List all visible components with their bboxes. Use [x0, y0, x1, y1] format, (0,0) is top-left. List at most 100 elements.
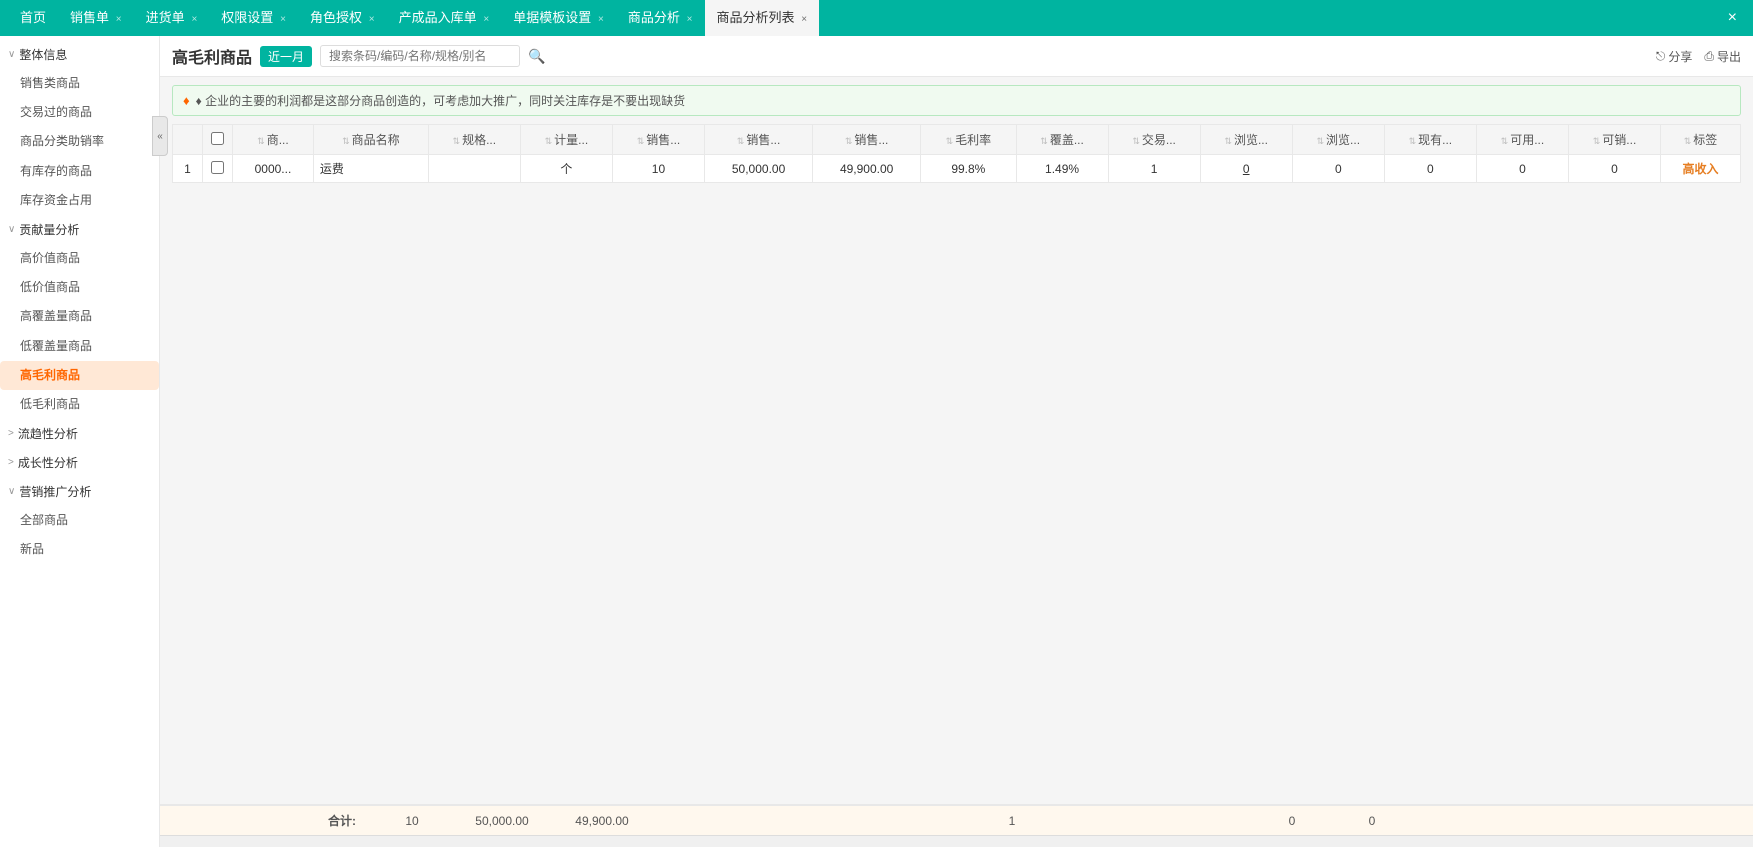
- col-header-code[interactable]: ⇅商...: [233, 125, 314, 155]
- sidebar: ∨整体信息销售类商品交易过的商品商品分类助销率有库存的商品库存资金占用∨贡献量分…: [0, 36, 160, 847]
- sidebar-item-低毛利商品[interactable]: 低毛利商品: [0, 390, 159, 419]
- table-row: 10000...运费个1050,000.0049,900.0099.8%1.49…: [173, 155, 1741, 183]
- cell-transactions: 1: [1108, 155, 1200, 183]
- col-header-tag[interactable]: ⇅标签: [1661, 125, 1741, 155]
- date-filter-button[interactable]: 近一月: [260, 46, 312, 67]
- sort-icon-sales_qty: ⇅: [637, 136, 645, 147]
- footer-transactions: 1: [972, 814, 1052, 828]
- footer-sales-amount: 50,000.00: [452, 814, 552, 828]
- search-button[interactable]: 🔍: [528, 48, 545, 65]
- cell-name: 运费: [313, 155, 428, 183]
- col-header-transactions[interactable]: ⇅交易...: [1108, 125, 1200, 155]
- footer-spacer: [652, 814, 972, 828]
- sort-icon-unit: ⇅: [545, 136, 553, 147]
- footer-values: 10 50,000.00 49,900.00 1 0 0: [372, 814, 1741, 828]
- col-header-sales_amount[interactable]: ⇅销售...: [705, 125, 813, 155]
- col-header-current_stock[interactable]: ⇅现有...: [1384, 125, 1476, 155]
- nav-close-icon[interactable]: ×: [684, 14, 693, 25]
- nav-item-销售单[interactable]: 销售单 ×: [58, 0, 134, 36]
- sidebar-item-全部商品[interactable]: 全部商品: [0, 506, 159, 535]
- col-header-gross_margin[interactable]: ⇅毛利率: [921, 125, 1016, 155]
- col-header-checkbox[interactable]: [203, 125, 233, 155]
- nav-close-icon[interactable]: ×: [189, 14, 198, 25]
- sort-icon-available: ⇅: [1501, 136, 1509, 147]
- nav-item-商品分析[interactable]: 商品分析 ×: [616, 0, 705, 36]
- col-header-index[interactable]: [173, 125, 203, 155]
- nav-item-权限设置[interactable]: 权限设置 ×: [209, 0, 298, 36]
- content-header: 高毛利商品 近一月 🔍 ⎋ 分享 ⎙ 导出: [160, 36, 1753, 77]
- sidebar-section-营销推广分析[interactable]: ∨营销推广分析: [0, 477, 159, 506]
- window-close-button[interactable]: ×: [1720, 9, 1745, 27]
- main-content: 高毛利商品 近一月 🔍 ⎋ 分享 ⎙ 导出 ♦ ♦ 企业的主要的利润都是这部分商…: [160, 36, 1753, 847]
- col-header-available[interactable]: ⇅可用...: [1476, 125, 1568, 155]
- sidebar-item-低覆盖量商品[interactable]: 低覆盖量商品: [0, 332, 159, 361]
- sidebar-item-库存资金占用[interactable]: 库存资金占用: [0, 186, 159, 215]
- col-header-saleable[interactable]: ⇅可销...: [1568, 125, 1660, 155]
- nav-item-产成品入库单[interactable]: 产成品入库单 ×: [387, 0, 502, 36]
- nav-item-单据模板设置[interactable]: 单据模板设置 ×: [501, 0, 616, 36]
- sidebar-item-高毛利商品[interactable]: 高毛利商品: [0, 361, 159, 390]
- sidebar-item-商品分类助销率[interactable]: 商品分类助销率: [0, 127, 159, 156]
- sort-icon-coverage: ⇅: [1040, 136, 1048, 147]
- chevron-right-icon: >: [8, 428, 14, 439]
- top-navigation: 首页销售单 ×进货单 ×权限设置 ×角色授权 ×产成品入库单 ×单据模板设置 ×…: [0, 0, 1753, 36]
- export-button[interactable]: ⎙ 导出: [1704, 48, 1741, 65]
- sidebar-section-成长性分析[interactable]: >成长性分析: [0, 448, 159, 477]
- col-header-name[interactable]: ⇅商品名称: [313, 125, 428, 155]
- sidebar-item-低价值商品[interactable]: 低价值商品: [0, 273, 159, 302]
- nav-close-icon[interactable]: ×: [366, 14, 375, 25]
- sort-icon-code: ⇅: [257, 136, 265, 147]
- sort-icon-current_stock: ⇅: [1409, 136, 1417, 147]
- col-header-sales_qty[interactable]: ⇅销售...: [612, 125, 704, 155]
- sidebar-item-有库存的商品[interactable]: 有库存的商品: [0, 157, 159, 186]
- col-header-coverage[interactable]: ⇅覆盖...: [1016, 125, 1108, 155]
- cell-unit: 个: [520, 155, 612, 183]
- footer-current-stock: 0: [1252, 814, 1332, 828]
- nav-item-进货单[interactable]: 进货单 ×: [134, 0, 210, 36]
- nav-close-icon[interactable]: ×: [799, 14, 808, 25]
- sidebar-item-高覆盖量商品[interactable]: 高覆盖量商品: [0, 302, 159, 331]
- header-actions: ⎋ 分享 ⎙ 导出: [1656, 48, 1741, 65]
- cell-sales_qty: 10: [612, 155, 704, 183]
- search-input[interactable]: [320, 45, 520, 67]
- row-checkbox[interactable]: [211, 161, 224, 174]
- chevron-down-icon: ∨: [8, 224, 15, 235]
- cell-current_stock: 0: [1384, 155, 1476, 183]
- sidebar-item-新品[interactable]: 新品: [0, 535, 159, 564]
- sidebar-collapse-button[interactable]: «: [152, 116, 168, 156]
- col-header-views1[interactable]: ⇅浏览...: [1200, 125, 1292, 155]
- share-button[interactable]: ⎋ 分享: [1656, 48, 1693, 65]
- chevron-down-icon: ∨: [8, 486, 15, 497]
- sidebar-section-贡献量分析[interactable]: ∨贡献量分析: [0, 215, 159, 244]
- nav-item-角色授权[interactable]: 角色授权 ×: [298, 0, 387, 36]
- nav-close-icon[interactable]: ×: [113, 14, 122, 25]
- nav-close-icon[interactable]: ×: [277, 14, 286, 25]
- share-icon: ⎋: [1656, 49, 1666, 64]
- col-header-views2[interactable]: ⇅浏览...: [1292, 125, 1384, 155]
- nav-close-icon[interactable]: ×: [595, 14, 604, 25]
- sidebar-section-整体信息[interactable]: ∨整体信息: [0, 40, 159, 69]
- nav-item-商品分析列表[interactable]: 商品分析列表 ×: [705, 0, 820, 36]
- horizontal-scrollbar[interactable]: [160, 835, 1753, 847]
- sort-icon-views1: ⇅: [1224, 136, 1232, 147]
- select-all-checkbox[interactable]: [211, 132, 224, 145]
- sidebar-item-销售类商品[interactable]: 销售类商品: [0, 69, 159, 98]
- nav-item-首页[interactable]: 首页: [8, 0, 58, 36]
- sort-icon-gross_margin: ⇅: [946, 136, 954, 147]
- cell-checkbox[interactable]: [203, 155, 233, 183]
- sidebar-item-高价值商品[interactable]: 高价值商品: [0, 244, 159, 273]
- export-icon: ⎙: [1704, 49, 1714, 64]
- col-header-unit[interactable]: ⇅计量...: [520, 125, 612, 155]
- views-link[interactable]: 0: [1243, 162, 1250, 176]
- col-header-sales_cost[interactable]: ⇅销售...: [813, 125, 921, 155]
- cell-sales_cost: 49,900.00: [813, 155, 921, 183]
- col-header-spec[interactable]: ⇅规格...: [428, 125, 520, 155]
- sidebar-section-流趋性分析[interactable]: >流趋性分析: [0, 419, 159, 448]
- nav-close-icon[interactable]: ×: [481, 14, 490, 25]
- cell-saleable: 0: [1568, 155, 1660, 183]
- sidebar-item-交易过的商品[interactable]: 交易过的商品: [0, 98, 159, 127]
- cell-available: 0: [1476, 155, 1568, 183]
- footer-sales-cost: 49,900.00: [552, 814, 652, 828]
- cell-views2: 0: [1292, 155, 1384, 183]
- cell-code: 0000...: [233, 155, 314, 183]
